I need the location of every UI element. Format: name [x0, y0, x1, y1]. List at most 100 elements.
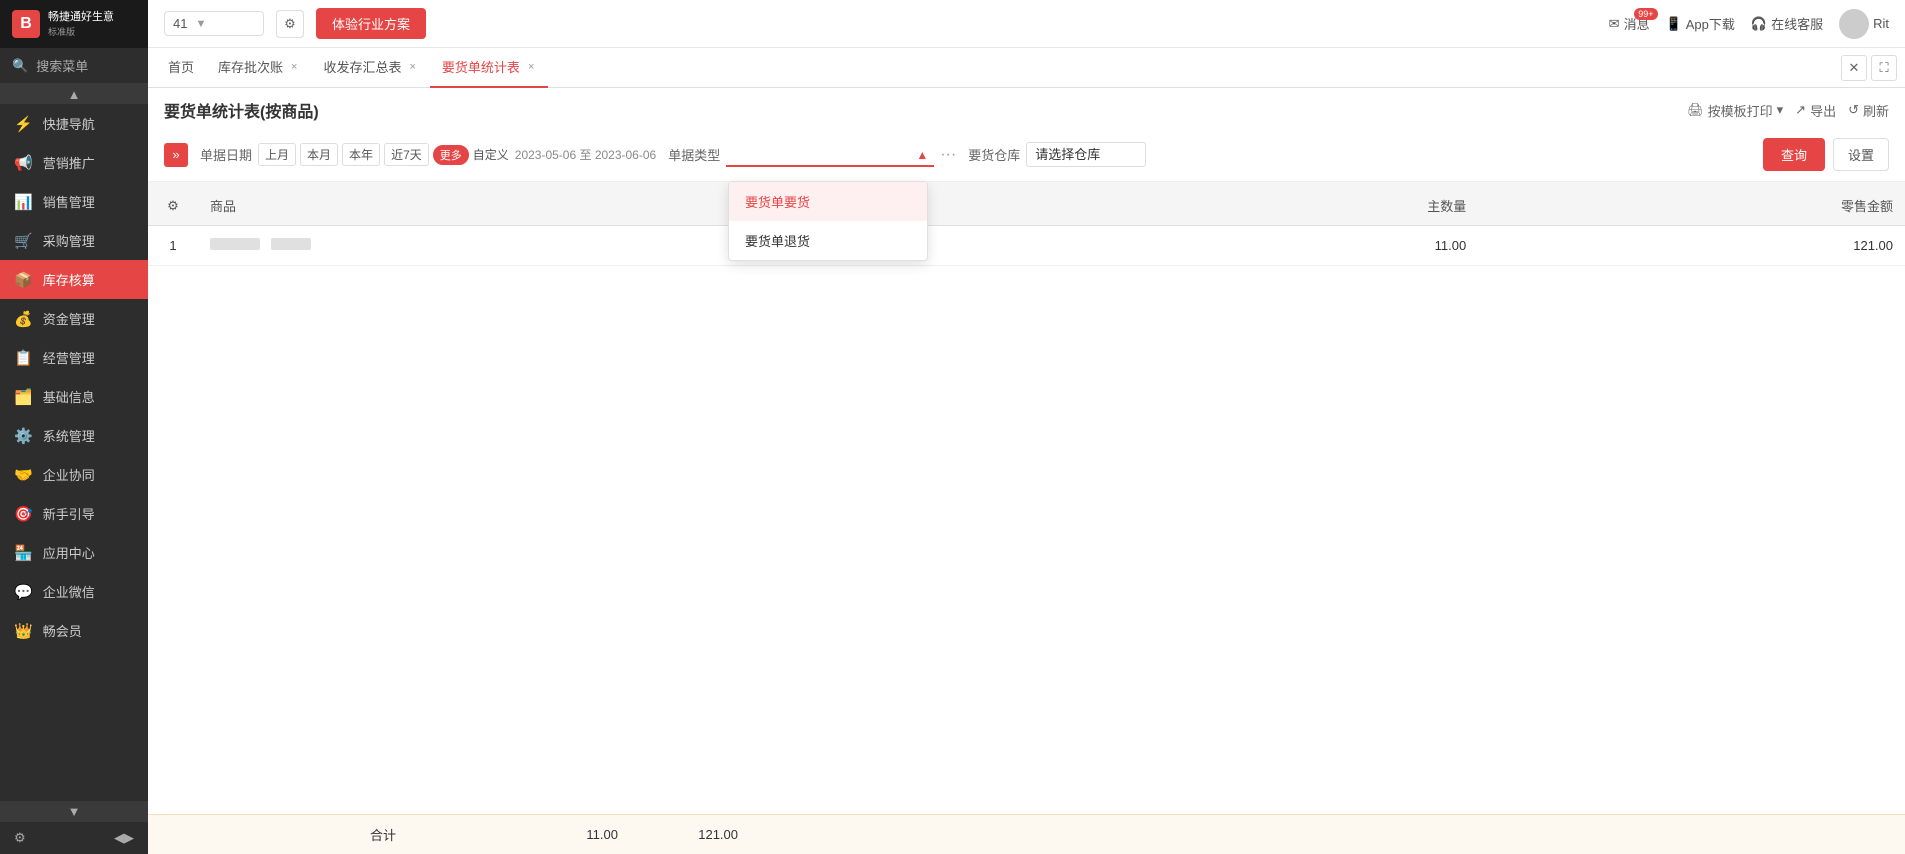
footer-total-amount: 121.00 [630, 827, 750, 842]
type-filter-group: 单据类型 ▲ ··· [668, 142, 956, 167]
phone-icon: 📱 [1666, 16, 1682, 32]
app-download-label: App下载 [1686, 14, 1735, 33]
sidebar-item-label: 企业协同 [43, 465, 95, 484]
gear-button[interactable]: ⚙ [276, 10, 304, 38]
logo-icon: B [12, 10, 40, 38]
tab-order-stats[interactable]: 要货单统计表 × [430, 48, 548, 88]
collapse-icon[interactable]: ◀▶ [114, 830, 134, 846]
customer-service-label: 在线客服 [1771, 14, 1823, 33]
type-dropdown-menu: 要货单要货 要货单退货 [728, 181, 928, 261]
appstore-icon: 🏪 [14, 544, 33, 562]
tab-batch-account-close[interactable]: × [289, 61, 299, 73]
app-download-button[interactable]: 📱 App下载 [1666, 14, 1735, 33]
sidebar-item-label: 应用中心 [43, 543, 95, 562]
customer-service-button[interactable]: 🎧 在线客服 [1751, 14, 1823, 33]
finance-icon: 💰 [14, 310, 33, 328]
tab-receipt-summary-close[interactable]: × [407, 61, 417, 73]
filter-expand-button[interactable]: » [164, 143, 188, 167]
sidebar-item-label: 库存核算 [43, 270, 95, 289]
sidebar-search-label: 搜索菜单 [36, 56, 88, 75]
sidebar-item-collab[interactable]: 🤝 企业协同 [0, 455, 148, 494]
expand-icon: » [172, 147, 179, 162]
footer-total-qty: 11.00 [530, 827, 630, 842]
user-menu[interactable]: Rit [1839, 9, 1889, 39]
sidebar-item-sales[interactable]: 📊 销售管理 [0, 182, 148, 221]
type-filter-label: 单据类型 [668, 145, 720, 164]
query-button[interactable]: 查询 [1763, 138, 1825, 171]
type-select-input[interactable] [726, 142, 934, 167]
sidebar-item-appstore[interactable]: 🏪 应用中心 [0, 533, 148, 572]
top-bar-left: 41 ▼ ⚙ 体验行业方案 [164, 8, 426, 39]
tab-order-stats-label: 要货单统计表 [442, 57, 520, 76]
export-button[interactable]: ↗ 导出 [1795, 101, 1836, 120]
messages-button[interactable]: ✉ 消息 99+ [1609, 14, 1650, 33]
type-select-wrap: ▲ [726, 142, 934, 167]
sidebar-item-label: 快捷导航 [43, 114, 95, 133]
tab-receipt-summary[interactable]: 收发存汇总表 × [311, 48, 429, 88]
sidebar-item-purchase[interactable]: 🛒 采购管理 [0, 221, 148, 260]
tab-order-stats-close[interactable]: × [526, 61, 536, 73]
settings-button[interactable]: 设置 [1833, 138, 1889, 171]
vip-icon: 👑 [14, 622, 33, 640]
sidebar-item-label: 销售管理 [43, 192, 95, 211]
company-selector[interactable]: 41 ▼ [164, 11, 264, 36]
dropdown-item-yaohuo[interactable]: 要货单要货 [729, 182, 927, 221]
basic-icon: 🗂️ [14, 388, 33, 406]
page-header: 要货单统计表(按商品) 🖨 按模板打印 ▾ ↗ 导出 ↺ 刷新 [148, 88, 1905, 128]
company-selector-value: 41 [173, 16, 187, 31]
col-settings-header[interactable]: ⚙ [148, 186, 198, 226]
marketing-icon: 📢 [14, 154, 33, 172]
sidebar-item-quick-nav[interactable]: ⚡ 快捷导航 [0, 104, 148, 143]
warehouse-filter-group: 要货仓库 请选择仓库 [968, 142, 1146, 167]
tab-bar: 首页 库存批次账 × 收发存汇总表 × 要货单统计表 × ✕ ⛶ [148, 48, 1905, 88]
export-label: 导出 [1810, 101, 1836, 120]
sidebar-item-guide[interactable]: 🎯 新手引导 [0, 494, 148, 533]
sidebar-scroll-down[interactable]: ▼ [0, 801, 148, 821]
user-name: Rit [1873, 16, 1889, 31]
quick-nav-icon: ⚡ [14, 115, 33, 133]
tab-expand-button[interactable]: ⛶ [1871, 55, 1897, 81]
system-icon: ⚙️ [14, 427, 33, 445]
sidebar-item-operations[interactable]: 📋 经营管理 [0, 338, 148, 377]
sidebar-item-marketing[interactable]: 📢 营销推广 [0, 143, 148, 182]
tab-close-all-button[interactable]: ✕ [1841, 55, 1867, 81]
page-title: 要货单统计表(按商品) [164, 98, 319, 122]
warehouse-filter-label: 要货仓库 [968, 145, 1020, 164]
date-last-7-days-btn[interactable]: 近7天 [384, 143, 429, 166]
type-filter-more-icon[interactable]: ··· [940, 146, 956, 164]
row-qty: 11.00 [1123, 226, 1479, 266]
sidebar-item-label: 基础信息 [43, 387, 95, 406]
message-badge: 99+ [1634, 8, 1657, 20]
sidebar-item-vip[interactable]: 👑 畅会员 [0, 611, 148, 650]
date-more-btn[interactable]: 更多 [433, 145, 469, 165]
trial-button[interactable]: 体验行业方案 [316, 8, 426, 39]
sidebar-item-label: 资金管理 [43, 309, 95, 328]
print-button[interactable]: 🖨 按模板打印 ▾ [1687, 101, 1783, 120]
sidebar-item-finance[interactable]: 💰 资金管理 [0, 299, 148, 338]
sidebar-scroll-up[interactable]: ▲ [0, 84, 148, 104]
tab-batch-account[interactable]: 库存批次账 × [206, 48, 311, 88]
table-row: 1 块 11.00 121.00 [148, 226, 1905, 266]
sidebar-item-basic[interactable]: 🗂️ 基础信息 [0, 377, 148, 416]
date-custom-btn[interactable]: 自定义 [473, 146, 509, 163]
tab-home[interactable]: 首页 [156, 48, 206, 88]
sidebar-footer: ⚙ ◀▶ [0, 821, 148, 854]
dropdown-item-tuihuo[interactable]: 要货单退货 [729, 221, 927, 260]
refresh-label: 刷新 [1863, 101, 1889, 120]
sidebar-item-label: 采购管理 [43, 231, 95, 250]
date-prev-month-btn[interactable]: 上月 [258, 143, 296, 166]
sidebar-item-wechat[interactable]: 💬 企业微信 [0, 572, 148, 611]
date-this-year-btn[interactable]: 本年 [342, 143, 380, 166]
date-this-month-btn[interactable]: 本月 [300, 143, 338, 166]
warehouse-select[interactable]: 请选择仓库 [1026, 142, 1146, 167]
main-area: 41 ▼ ⚙ 体验行业方案 ✉ 消息 99+ 📱 App下载 🎧 在线客服 [148, 0, 1905, 854]
column-settings-icon[interactable]: ⚙ [167, 198, 179, 213]
sidebar-item-inventory[interactable]: 📦 库存核算 [0, 260, 148, 299]
table-header-row: ⚙ 商品 主计量单位 主数量 零售金额 [148, 186, 1905, 226]
settings-icon[interactable]: ⚙ [14, 830, 26, 846]
sidebar-item-system[interactable]: ⚙️ 系统管理 [0, 416, 148, 455]
refresh-button[interactable]: ↺ 刷新 [1848, 101, 1889, 120]
sidebar-search[interactable]: 🔍 搜索菜单 [0, 48, 148, 84]
purchase-icon: 🛒 [14, 232, 33, 250]
sidebar-item-label: 系统管理 [43, 426, 95, 445]
